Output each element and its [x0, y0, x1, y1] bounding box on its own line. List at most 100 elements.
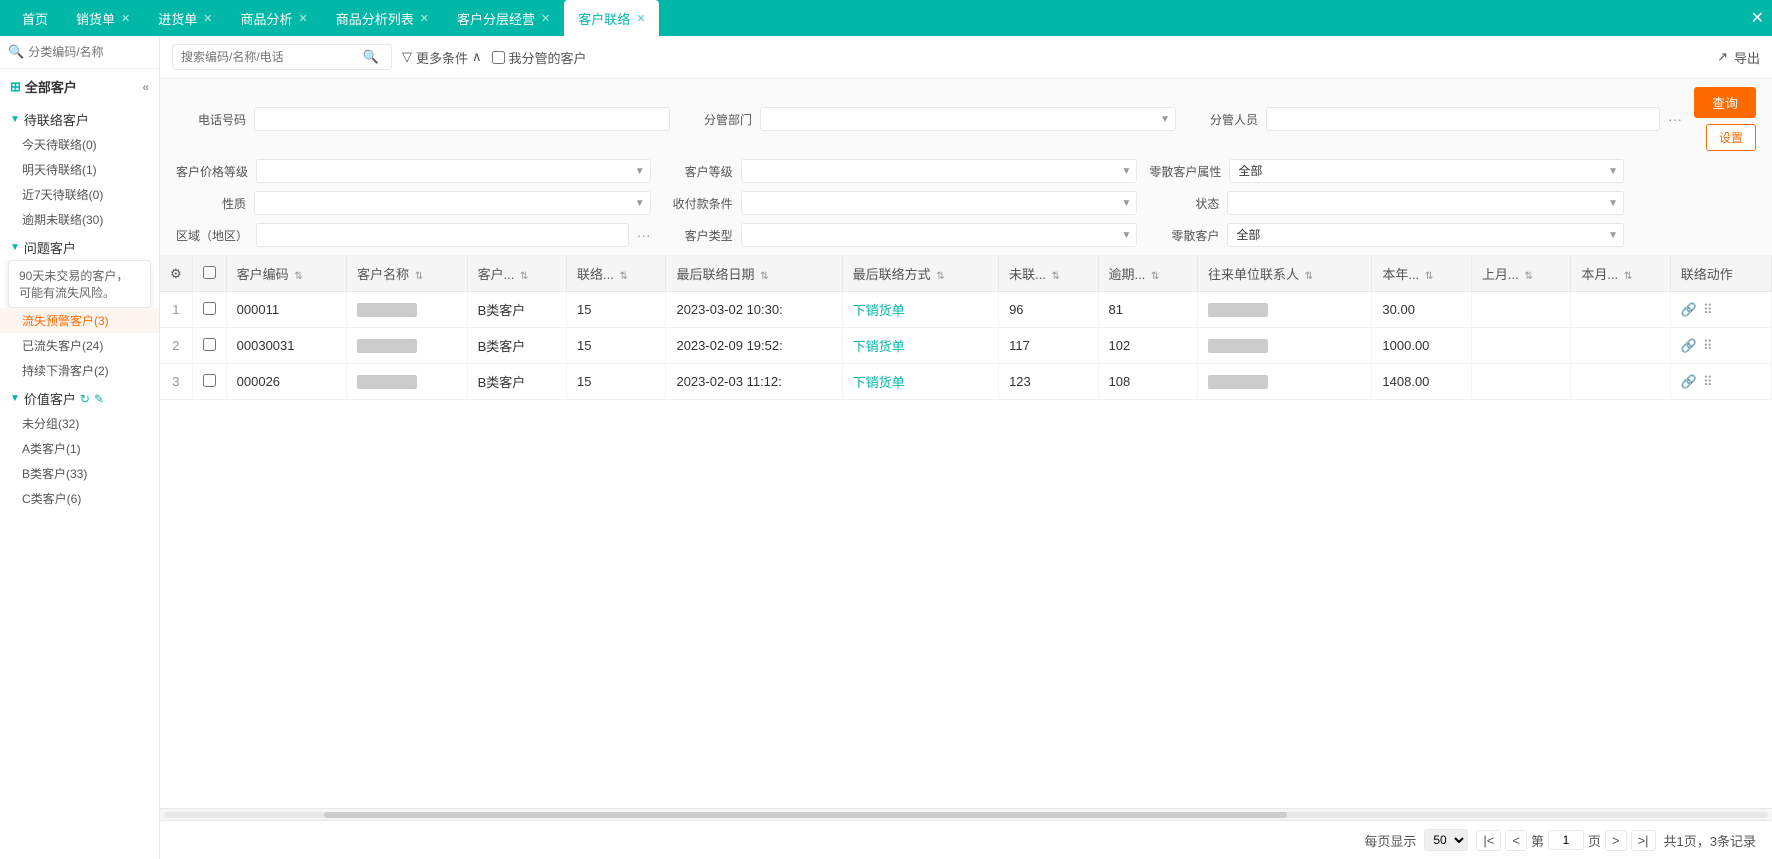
sort-icon[interactable]: ⇅	[1624, 271, 1632, 282]
my-customers-check[interactable]	[492, 51, 505, 64]
nav-tab-customer-layer[interactable]: 客户分层经营 ✕	[443, 0, 564, 36]
sidebar-item-tomorrow-pending[interactable]: 明天待联络(1)	[0, 157, 159, 182]
nav-tab-home[interactable]: 首页	[8, 0, 62, 36]
export-button[interactable]: ↗ 导出	[1717, 48, 1760, 67]
search-input[interactable]	[181, 50, 363, 64]
page-number-input[interactable]	[1548, 830, 1584, 850]
more-dots-icon[interactable]: ···	[1668, 111, 1682, 127]
more-conditions-button[interactable]: ▽ 更多条件 ∧	[402, 48, 482, 67]
link-icon[interactable]: 🔗	[1681, 338, 1697, 354]
sidebar-item-class-a[interactable]: A类客户(1)	[0, 436, 159, 461]
query-button[interactable]: 查询	[1694, 87, 1756, 118]
row-checkbox[interactable]	[203, 338, 216, 351]
sidebar-all-customers[interactable]: ⊞ 全部客户 «	[0, 69, 159, 104]
filter-field-zero-customer: 零散客户 全部 ▼	[1149, 223, 1624, 247]
price-level-select[interactable]	[256, 159, 651, 183]
sidebar-item-churned[interactable]: 已流失客户(24)	[0, 333, 159, 358]
row-checkbox[interactable]	[203, 302, 216, 315]
row-checkbox[interactable]	[203, 374, 216, 387]
search-box[interactable]: 🔍	[172, 44, 392, 70]
close-icon[interactable]: ✕	[541, 12, 550, 25]
scrollbar-thumb[interactable]	[324, 812, 1286, 818]
sidebar-search-input[interactable]	[28, 45, 160, 59]
select-all-checkbox[interactable]	[203, 266, 216, 279]
sort-icon[interactable]: ⇅	[1425, 271, 1433, 282]
sort-icon[interactable]: ⇅	[1305, 271, 1313, 282]
close-icon[interactable]: ✕	[299, 12, 308, 25]
manager-input[interactable]	[1266, 107, 1660, 131]
last-contact-method-cell[interactable]: 下销货单	[842, 292, 998, 328]
sort-icon[interactable]: ⇅	[1524, 271, 1532, 282]
last-contact-date-cell: 2023-03-02 10:30:	[666, 292, 842, 328]
nav-tab-salesorder[interactable]: 销货单 ✕	[62, 0, 144, 36]
last-contact-method-cell[interactable]: 下销货单	[842, 328, 998, 364]
action-icons: 🔗 ⠿	[1681, 338, 1761, 354]
sort-icon[interactable]: ⇅	[619, 271, 627, 282]
first-page-button[interactable]: |<	[1476, 830, 1501, 851]
sidebar-item-ungrouped[interactable]: 未分组(32)	[0, 411, 159, 436]
settings-button[interactable]: 设置	[1706, 124, 1756, 151]
nav-tab-customer-contact[interactable]: 客户联络 ✕	[564, 0, 659, 36]
more-actions-icon[interactable]: ⠿	[1703, 302, 1713, 318]
window-close-button[interactable]: ✕	[1751, 8, 1764, 28]
sidebar-search-bar[interactable]: 🔍	[0, 36, 159, 69]
nature-select[interactable]	[254, 191, 651, 215]
phone-input[interactable]	[254, 107, 670, 131]
overdue-cell: 102	[1098, 328, 1197, 364]
zero-attr-select[interactable]: 全部	[1229, 159, 1624, 183]
sidebar-group-value[interactable]: ▼ 价值客户 ↻ ✎	[0, 383, 159, 411]
close-icon[interactable]: ✕	[121, 12, 130, 25]
prev-page-button[interactable]: <	[1505, 830, 1527, 851]
gear-icon[interactable]: ⚙	[170, 266, 182, 281]
sort-icon[interactable]: ⇅	[520, 271, 528, 282]
sort-icon[interactable]: ⇅	[1151, 271, 1159, 282]
close-icon[interactable]: ✕	[203, 12, 212, 25]
sort-icon[interactable]: ⇅	[936, 271, 944, 282]
horizontal-scrollbar[interactable]	[160, 808, 1772, 820]
close-icon[interactable]: ✕	[636, 12, 645, 25]
sidebar-item-class-b[interactable]: B类客户(33)	[0, 461, 159, 486]
filter-field-price-level: 客户价格等级 ▼	[176, 159, 651, 183]
search-icon: 🔍	[363, 49, 379, 65]
more-actions-icon[interactable]: ⠿	[1703, 338, 1713, 354]
close-icon[interactable]: ✕	[420, 12, 429, 25]
link-icon[interactable]: 🔗	[1681, 302, 1697, 318]
sidebar-item-class-c[interactable]: C类客户(6)	[0, 486, 159, 511]
my-customers-checkbox[interactable]: 我分管的客户	[492, 48, 587, 67]
nature-label: 性质	[176, 195, 246, 212]
refresh-icon[interactable]: ↻	[80, 392, 90, 406]
customer-type-select[interactable]	[741, 223, 1138, 247]
nav-tab-analysis-list[interactable]: 商品分析列表 ✕	[322, 0, 443, 36]
zero-customer-select[interactable]: 全部	[1227, 223, 1624, 247]
sort-icon[interactable]: ⇅	[760, 271, 768, 282]
col-contact: 联络... ⇅	[567, 256, 666, 292]
link-icon[interactable]: 🔗	[1681, 374, 1697, 390]
overdue-cell: 108	[1098, 364, 1197, 400]
last-page-button[interactable]: >|	[1631, 830, 1656, 851]
status-select[interactable]	[1227, 191, 1624, 215]
sort-icon[interactable]: ⇅	[1052, 271, 1060, 282]
edit-icon[interactable]: ✎	[94, 392, 104, 406]
page-size-select[interactable]: 50	[1424, 829, 1468, 851]
sidebar-item-today-pending[interactable]: 今天待联络(0)	[0, 132, 159, 157]
status-label: 状态	[1149, 195, 1219, 212]
region-input[interactable]	[256, 223, 629, 247]
next-page-button[interactable]: >	[1605, 830, 1627, 851]
nav-tab-purchase[interactable]: 进货单 ✕	[144, 0, 226, 36]
sidebar-group-problem[interactable]: ▼ 问题客户	[0, 232, 159, 260]
payment-select[interactable]	[741, 191, 1138, 215]
customer-level-select[interactable]	[741, 159, 1138, 183]
sort-icon[interactable]: ⇅	[415, 271, 423, 282]
sidebar-item-7days-pending[interactable]: 近7天待联络(0)	[0, 182, 159, 207]
last-contact-method-cell[interactable]: 下销货单	[842, 364, 998, 400]
collapse-icon[interactable]: «	[142, 80, 149, 94]
sidebar-item-churn-warning[interactable]: 流失预警客户(3)	[0, 308, 159, 333]
more-dots-icon[interactable]: ···	[637, 227, 651, 243]
sidebar-group-pending[interactable]: ▼ 待联络客户	[0, 104, 159, 132]
dept-select[interactable]	[760, 107, 1176, 131]
sidebar-item-overdue-uncontacted[interactable]: 逾期未联络(30)	[0, 207, 159, 232]
more-actions-icon[interactable]: ⠿	[1703, 374, 1713, 390]
sidebar-item-declining[interactable]: 持续下滑客户(2)	[0, 358, 159, 383]
nav-tab-analysis[interactable]: 商品分析 ✕	[226, 0, 321, 36]
sort-icon[interactable]: ⇅	[294, 271, 302, 282]
